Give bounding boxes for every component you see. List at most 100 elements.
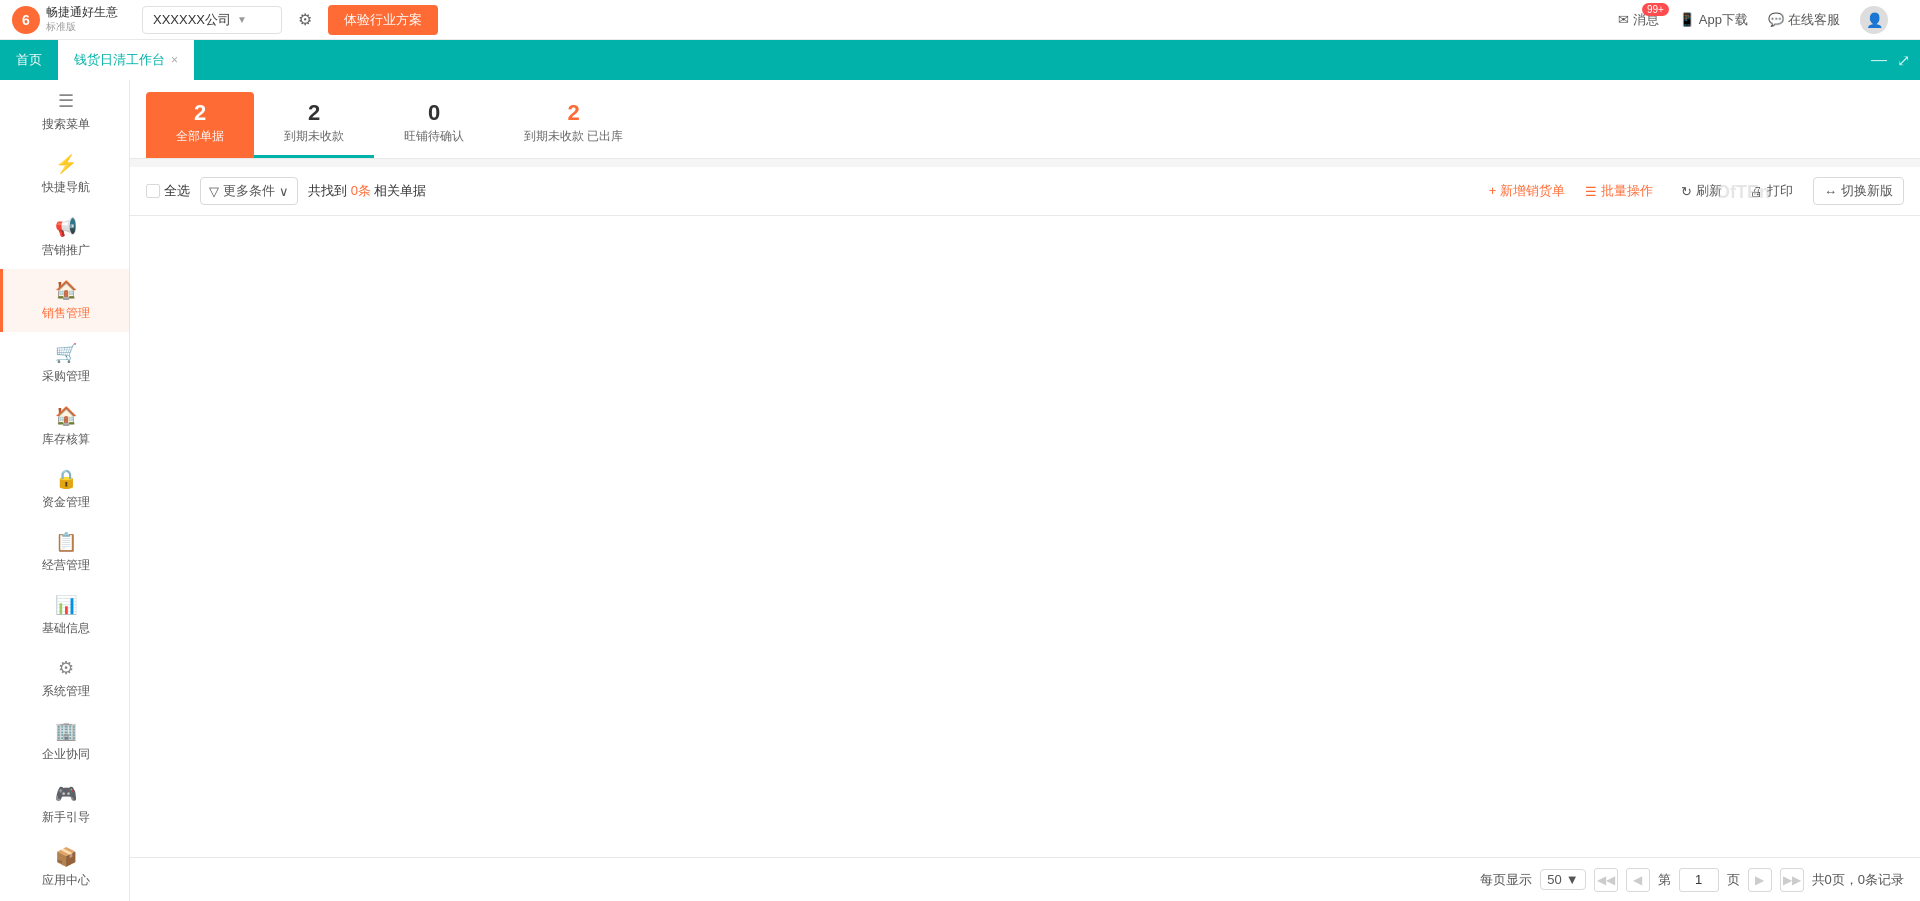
refresh-button[interactable]: ↻ 刷新 [1673, 178, 1730, 204]
print-label: 打印 [1767, 182, 1793, 200]
purchase-icon: 🛒 [55, 342, 77, 364]
page-suffix: 页 [1727, 871, 1740, 889]
first-page-button[interactable]: ◀◀ [1594, 868, 1618, 892]
sidebar-item-marketing[interactable]: 📢 营销推广 [0, 206, 129, 269]
new-sales-button[interactable]: + 新增销货单 [1489, 182, 1565, 200]
logo-line2: 标准版 [46, 20, 118, 34]
stats-tab-overdue-shipped[interactable]: 2 到期未收款 已出库 [494, 92, 653, 158]
found-count: 0条 [351, 183, 371, 198]
select-all-label: 全选 [164, 182, 190, 200]
search-menu-icon: ☰ [58, 90, 74, 112]
refresh-icon: ↻ [1681, 184, 1692, 199]
stats-tabs: 2 全部单据 2 到期未收款 0 旺铺待确认 2 到期未收款 已出库 [130, 80, 1920, 159]
toolbar-left: 全选 ▽ 更多条件 ∨ 共找到 0条 相关单据 [146, 177, 1479, 205]
total-records: 共0页，0条记录 [1812, 871, 1904, 889]
last-page-icon: ▶▶ [1783, 873, 1801, 887]
marketing-icon: 📢 [55, 216, 77, 238]
nav-tabs-actions: — ⤢ [1871, 51, 1920, 70]
select-all-checkbox[interactable]: 全选 [146, 182, 190, 200]
sidebar-item-finance[interactable]: 🔒 资金管理 [0, 458, 129, 521]
stats-tab-pending[interactable]: 0 旺铺待确认 [374, 92, 494, 158]
sidebar-item-system[interactable]: ⚙ 系统管理 [0, 647, 129, 710]
header: 6 畅捷通好生意 标准版 XXXXXX公司 ▼ ⚙ 体验行业方案 ✉ 消息 99… [0, 0, 1920, 40]
page-label: 第 [1658, 871, 1671, 889]
avatar[interactable]: 👤 [1860, 6, 1888, 34]
stats-tab-overdue[interactable]: 2 到期未收款 [254, 92, 374, 158]
app-download-label: App下载 [1699, 11, 1748, 29]
sidebar-label-cooperation: 企业协同 [42, 746, 90, 763]
settings-button[interactable]: ⚙ [290, 5, 320, 35]
download-icon: 📱 [1679, 12, 1695, 27]
filter-button[interactable]: ▽ 更多条件 ∨ [200, 177, 298, 205]
operation-icon: 📋 [55, 531, 77, 553]
company-dropdown-arrow: ▼ [237, 14, 247, 25]
toolbar-right: + 新增销货单 ☰ 批量操作 ↻ 刷新 🖨 打印 ↔ 切换新版 [1489, 177, 1904, 205]
online-service-button[interactable]: 💬 在线客服 [1768, 11, 1840, 29]
sidebar: ☰ 搜索菜单 ⚡ 快捷导航 📢 营销推广 🏠 销售管理 🛒 采购管理 🏠 库存核… [0, 80, 130, 901]
logo-icon: 6 [12, 6, 40, 34]
found-suffix: 相关单据 [374, 183, 426, 198]
tab-home-label: 首页 [16, 51, 42, 69]
first-page-icon: ◀◀ [1597, 873, 1615, 887]
refresh-label: 刷新 [1696, 182, 1722, 200]
system-icon: ⚙ [58, 657, 74, 679]
sidebar-label-basic-info: 基础信息 [42, 620, 90, 637]
toolbar: 全选 ▽ 更多条件 ∨ 共找到 0条 相关单据 + 新增销货单 ☰ 批量操作 [130, 167, 1920, 216]
stats-num-pending: 0 [428, 100, 440, 126]
sidebar-label-quick-nav: 快捷导航 [42, 179, 90, 196]
sidebar-label-operation: 经营管理 [42, 557, 90, 574]
sidebar-item-quick-nav[interactable]: ⚡ 快捷导航 [0, 143, 129, 206]
gear-icon: ⚙ [298, 10, 312, 29]
basic-info-icon: 📊 [55, 594, 77, 616]
batch-op-button[interactable]: ☰ 批量操作 [1577, 178, 1661, 204]
sidebar-item-inventory[interactable]: 🏠 库存核算 [0, 395, 129, 458]
online-service-label: 在线客服 [1788, 11, 1840, 29]
sidebar-label-finance: 资金管理 [42, 494, 90, 511]
avatar-icon: 👤 [1866, 12, 1883, 28]
sidebar-item-guide[interactable]: 🎮 新手引导 [0, 773, 129, 836]
main-content: 2 全部单据 2 到期未收款 0 旺铺待确认 2 到期未收款 已出库 全选 [130, 80, 1920, 901]
last-page-button[interactable]: ▶▶ [1780, 868, 1804, 892]
sidebar-label-app-center: 应用中心 [42, 872, 90, 889]
stats-tab-all[interactable]: 2 全部单据 [146, 92, 254, 158]
tab-workbench[interactable]: 钱货日清工作台 × [58, 40, 194, 80]
sidebar-item-sales[interactable]: 🏠 销售管理 [0, 269, 129, 332]
sidebar-item-app-center[interactable]: 📦 应用中心 [0, 836, 129, 899]
app-download-button[interactable]: 📱 App下载 [1679, 11, 1748, 29]
message-button[interactable]: ✉ 消息 99+ [1618, 11, 1659, 29]
tab-close-icon[interactable]: × [171, 53, 178, 67]
next-page-button[interactable]: ▶ [1748, 868, 1772, 892]
company-selector[interactable]: XXXXXX公司 ▼ [142, 6, 282, 34]
tab-minimize-icon[interactable]: — [1871, 51, 1887, 69]
sidebar-item-purchase[interactable]: 🛒 采购管理 [0, 332, 129, 395]
sidebar-label-marketing: 营销推广 [42, 242, 90, 259]
tab-expand-icon[interactable]: ⤢ [1897, 51, 1910, 70]
sidebar-item-operation[interactable]: 📋 经营管理 [0, 521, 129, 584]
sidebar-label-guide: 新手引导 [42, 809, 90, 826]
sidebar-label-system: 系统管理 [42, 683, 90, 700]
sidebar-label-sales: 销售管理 [42, 305, 90, 322]
filter-icon: ▽ [209, 184, 219, 199]
sidebar-item-basic-info[interactable]: 📊 基础信息 [0, 584, 129, 647]
prev-page-button[interactable]: ◀ [1626, 868, 1650, 892]
stats-num-all: 2 [194, 100, 206, 126]
switch-version-button[interactable]: ↔ 切换新版 [1813, 177, 1904, 205]
service-icon: 💬 [1768, 12, 1784, 27]
quick-nav-icon: ⚡ [55, 153, 77, 175]
page-number-input[interactable] [1679, 868, 1719, 892]
table-area [130, 216, 1920, 857]
per-page-select[interactable]: 50 ▼ [1540, 869, 1585, 890]
main-layout: ☰ 搜索菜单 ⚡ 快捷导航 📢 营销推广 🏠 销售管理 🛒 采购管理 🏠 库存核… [0, 80, 1920, 901]
experience-button[interactable]: 体验行业方案 [328, 5, 438, 35]
sidebar-item-search[interactable]: ☰ 搜索菜单 [0, 80, 129, 143]
found-text: 共找到 0条 相关单据 [308, 182, 426, 200]
stats-label-pending: 旺铺待确认 [404, 128, 464, 145]
print-button[interactable]: 🖨 打印 [1742, 178, 1801, 204]
sidebar-item-cooperation[interactable]: 🏢 企业协同 [0, 710, 129, 773]
tab-home[interactable]: 首页 [0, 40, 58, 80]
guide-icon: 🎮 [55, 783, 77, 805]
logo-text-block: 畅捷通好生意 标准版 [46, 5, 118, 35]
next-page-icon: ▶ [1755, 873, 1764, 887]
switch-icon: ↔ [1824, 184, 1837, 199]
filter-arrow-icon: ∨ [279, 184, 289, 199]
